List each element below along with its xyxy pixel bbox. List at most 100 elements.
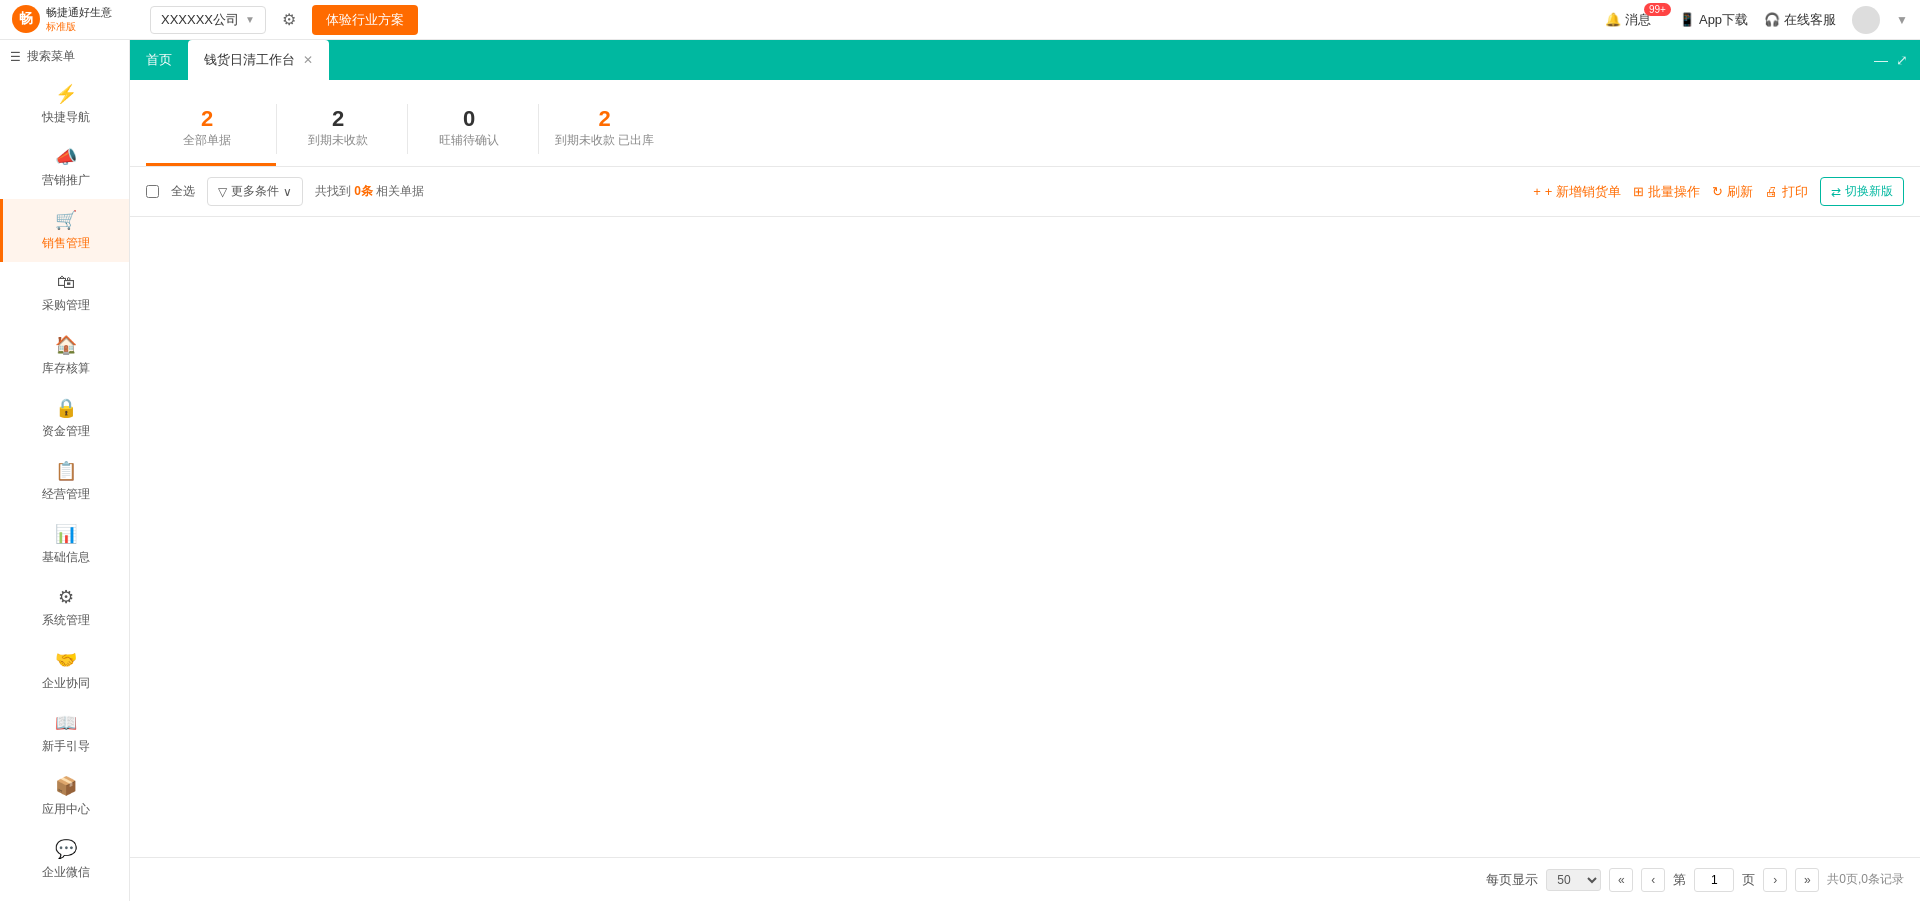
sidebar-item-quick-nav[interactable]: ⚡ 快捷导航 xyxy=(0,73,129,136)
filter-icon: ▽ xyxy=(218,185,227,199)
sidebar-item-inventory[interactable]: 🏠 库存核算 xyxy=(0,324,129,387)
stat-num-overdue: 2 xyxy=(293,106,383,132)
total-text: 共0页,0条记录 xyxy=(1827,871,1904,888)
chevron-down-icon: ∨ xyxy=(283,185,292,199)
sidebar-label-app-center: 应用中心 xyxy=(42,801,90,818)
header-right: 🔔 消息 99+ 📱 App下载 🎧 在线客服 ▼ xyxy=(1605,6,1908,34)
company-selector[interactable]: XXXXXX公司 ▼ xyxy=(150,6,266,34)
sidebar-label-finance: 资金管理 xyxy=(42,423,90,440)
sidebar-item-cooperation[interactable]: 🤝 企业协同 xyxy=(0,639,129,702)
refresh-button[interactable]: ↻ 刷新 xyxy=(1712,183,1753,201)
add-order-label: + 新增销货单 xyxy=(1545,183,1621,201)
search-menu-button[interactable]: ☰ 搜索菜单 xyxy=(0,40,129,73)
print-icon: 🖨 xyxy=(1765,184,1778,199)
company-name: XXXXXX公司 xyxy=(161,11,239,29)
toolbar: 全选 ▽ 更多条件 ∨ 共找到 0条 相关单据 + + 新增销货单 xyxy=(130,167,1920,217)
messages-button[interactable]: 🔔 消息 99+ xyxy=(1605,11,1663,29)
found-prefix: 共找到 xyxy=(315,184,351,198)
sidebar-item-weixin[interactable]: 💬 企业微信 xyxy=(0,828,129,891)
toolbar-right: + + 新增销货单 ⊞ 批量操作 ↻ 刷新 🖨 打印 xyxy=(1533,177,1904,206)
phone-icon: 📱 xyxy=(1679,12,1695,27)
main-layout: ☰ 搜索菜单 ⚡ 快捷导航 📣 营销推广 🛒 销售管理 🛍 采购管理 🏠 库存核… xyxy=(0,40,1920,901)
found-count: 0条 xyxy=(354,184,373,198)
sidebar-item-system[interactable]: ⚙ 系统管理 xyxy=(0,576,129,639)
tab-minimize-icon[interactable]: — xyxy=(1874,52,1888,68)
settings-button[interactable]: ⚙ xyxy=(274,5,304,35)
prev-page-button[interactable]: ‹ xyxy=(1641,868,1665,892)
batch-label: 批量操作 xyxy=(1648,183,1700,201)
sidebar-item-sales[interactable]: 🛒 销售管理 xyxy=(0,199,129,262)
chat-icon: 💬 xyxy=(55,838,77,860)
pagination-bar: 每页显示 50 10 20 100 « ‹ 第 页 › » 共0页,0条记录 xyxy=(130,857,1920,901)
filter-button[interactable]: ▽ 更多条件 ∨ xyxy=(207,177,303,206)
gear-icon: ⚙ xyxy=(282,10,296,29)
app-version: 标准版 xyxy=(46,20,112,34)
sidebar-item-guide[interactable]: 📖 新手引导 xyxy=(0,702,129,765)
tab-workbench-label: 钱货日清工作台 xyxy=(204,51,295,69)
stat-card-all[interactable]: 2 全部单据 xyxy=(146,96,276,166)
sidebar: ☰ 搜索菜单 ⚡ 快捷导航 📣 营销推广 🛒 销售管理 🛍 采购管理 🏠 库存核… xyxy=(0,40,130,901)
handshake-icon: 🤝 xyxy=(55,649,77,671)
sidebar-item-app-center[interactable]: 📦 应用中心 xyxy=(0,765,129,828)
sidebar-item-operations[interactable]: 📋 经营管理 xyxy=(0,450,129,513)
sidebar-label-sales: 销售管理 xyxy=(42,235,90,252)
next-page-button[interactable]: › xyxy=(1763,868,1787,892)
sidebar-label-inventory: 库存核算 xyxy=(42,360,90,377)
megaphone-icon: 📣 xyxy=(55,146,77,168)
switch-icon: ⇄ xyxy=(1831,185,1841,199)
sidebar-item-basic-info[interactable]: 📊 基础信息 xyxy=(0,513,129,576)
book-icon: 📖 xyxy=(55,712,77,734)
page-size-select[interactable]: 50 10 20 100 xyxy=(1546,869,1601,891)
settings-icon: ⚙ xyxy=(58,586,74,608)
sidebar-item-finance[interactable]: 🔒 资金管理 xyxy=(0,387,129,450)
page-input[interactable] xyxy=(1694,868,1734,892)
logo-area: 畅 畅捷通好生意 标准版 xyxy=(12,5,142,33)
tab-workbench[interactable]: 钱货日清工作台 ✕ xyxy=(188,40,329,80)
online-service-label: 在线客服 xyxy=(1784,11,1836,29)
username-display[interactable]: ▼ xyxy=(1896,13,1908,27)
batch-icon: ⊞ xyxy=(1633,184,1644,199)
sidebar-label-quick-nav: 快捷导航 xyxy=(42,109,90,126)
table-icon: 📊 xyxy=(55,523,77,545)
refresh-icon: ↻ xyxy=(1712,184,1723,199)
print-button[interactable]: 🖨 打印 xyxy=(1765,183,1808,201)
tab-bar-actions: — ⤢ xyxy=(1874,52,1920,68)
first-page-button[interactable]: « xyxy=(1609,868,1633,892)
print-label: 打印 xyxy=(1782,183,1808,201)
stat-card-wangwang[interactable]: 0 旺辅待确认 xyxy=(408,96,538,166)
sidebar-item-marketing[interactable]: 📣 营销推广 xyxy=(0,136,129,199)
tab-expand-icon[interactable]: ⤢ xyxy=(1896,52,1908,68)
page-label: 第 xyxy=(1673,871,1686,889)
add-order-button[interactable]: + + 新增销货单 xyxy=(1533,183,1621,201)
experience-button[interactable]: 体验行业方案 xyxy=(312,5,418,35)
switch-label: 切换新版 xyxy=(1845,183,1893,200)
messages-badge: 99+ xyxy=(1644,3,1671,16)
switch-version-button[interactable]: ⇄ 切换新版 xyxy=(1820,177,1904,206)
filter-label: 更多条件 xyxy=(231,183,279,200)
tab-close-icon[interactable]: ✕ xyxy=(303,53,313,67)
app-download-button[interactable]: 📱 App下载 xyxy=(1679,11,1748,29)
headset-icon: 🎧 xyxy=(1764,12,1780,27)
sidebar-item-purchase[interactable]: 🛍 采购管理 xyxy=(0,262,129,324)
avatar[interactable] xyxy=(1852,6,1880,34)
table-area xyxy=(130,217,1920,857)
last-page-button[interactable]: » xyxy=(1795,868,1819,892)
online-service-button[interactable]: 🎧 在线客服 xyxy=(1764,11,1836,29)
batch-button[interactable]: ⊞ 批量操作 xyxy=(1633,183,1700,201)
refresh-label: 刷新 xyxy=(1727,183,1753,201)
sidebar-item-member[interactable]: V 畅会员 xyxy=(0,891,129,901)
sidebar-label-marketing: 营销推广 xyxy=(42,172,90,189)
bell-icon: 🔔 xyxy=(1605,12,1621,27)
top-header: 畅 畅捷通好生意 标准版 XXXXXX公司 ▼ ⚙ 体验行业方案 🔔 消息 99… xyxy=(0,0,1920,40)
stat-card-overdue[interactable]: 2 到期未收款 xyxy=(277,96,407,166)
tab-home-label: 首页 xyxy=(146,51,172,69)
sidebar-label-weixin: 企业微信 xyxy=(42,864,90,881)
stat-label-wangwang: 旺辅待确认 xyxy=(439,133,499,147)
tab-home[interactable]: 首页 xyxy=(130,40,188,80)
page-size-label: 每页显示 xyxy=(1486,871,1538,889)
app-download-label: App下载 xyxy=(1699,11,1748,29)
found-suffix: 相关单据 xyxy=(376,184,424,198)
stat-card-shipped[interactable]: 2 到期未收款 已出库 xyxy=(539,96,678,166)
select-all-checkbox[interactable] xyxy=(146,185,159,198)
bag-icon: 🛍 xyxy=(57,272,75,293)
